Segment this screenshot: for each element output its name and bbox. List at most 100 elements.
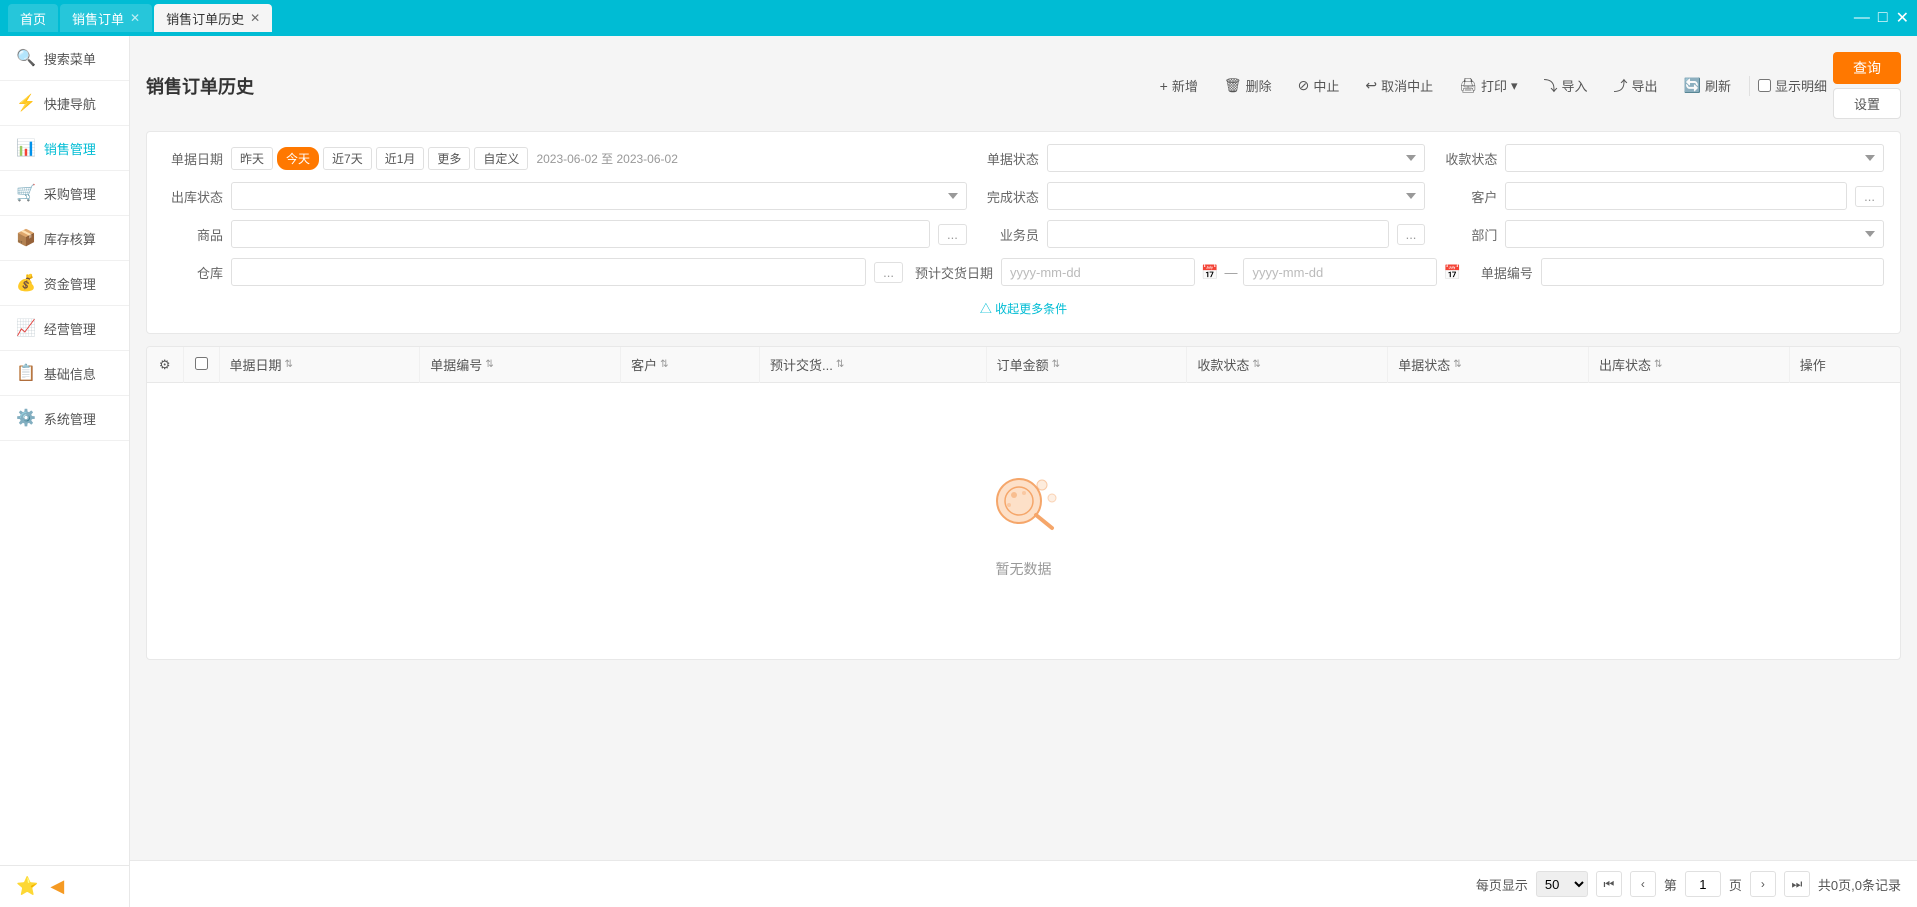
th-operation: 操作 <box>1789 347 1900 383</box>
th-order-no[interactable]: 单据编号 ⇅ <box>420 347 621 383</box>
expected-delivery-start[interactable] <box>1001 258 1195 286</box>
th-date[interactable]: 单据日期 ⇅ <box>219 347 420 383</box>
export-button[interactable]: ⤴ 导出 <box>1604 72 1668 100</box>
sidebar-item-system-mgmt-label: 系统管理 <box>44 409 96 428</box>
tab-sales-order-close[interactable]: ✕ <box>130 11 140 25</box>
th-checkbox[interactable] <box>183 347 219 383</box>
page-title: 销售订单历史 <box>146 73 254 99</box>
sidebar-item-quick-nav[interactable]: ⚡ 快捷导航 <box>0 81 129 126</box>
date-btn-custom[interactable]: 自定义 <box>474 147 528 170</box>
th-payment-status[interactable]: 收款状态 ⇅ <box>1187 347 1388 383</box>
first-page-button[interactable]: ⏮ <box>1596 871 1622 897</box>
tab-sales-order-history-close[interactable]: ✕ <box>250 11 260 25</box>
calendar-start-icon[interactable]: 📅 <box>1201 264 1218 281</box>
tab-sales-order[interactable]: 销售订单 ✕ <box>60 4 152 32</box>
window-controls: — □ ✕ <box>1854 8 1909 28</box>
basic-info-icon: 📋 <box>16 363 36 383</box>
warehouse-ellipsis-btn[interactable]: ... <box>874 262 903 283</box>
delete-button[interactable]: 🗑 删除 <box>1214 72 1282 99</box>
maximize-icon[interactable]: □ <box>1878 9 1888 27</box>
order-status-select[interactable] <box>1047 144 1426 172</box>
tab-sales-order-history[interactable]: 销售订单历史 ✕ <box>154 4 272 32</box>
per-page-select[interactable]: 50 10 20 100 <box>1536 871 1588 897</box>
star-icon[interactable]: ⭐ <box>16 876 38 897</box>
page-number-label: 第 <box>1664 875 1677 894</box>
th-amount[interactable]: 订单金额 ⇅ <box>986 347 1187 383</box>
tab-sales-order-label: 销售订单 <box>72 9 124 28</box>
sidebar-item-inventory[interactable]: 📦 库存核算 <box>0 216 129 261</box>
date-btn-last1m[interactable]: 近1月 <box>376 147 425 170</box>
sidebar-item-operations[interactable]: 📈 经营管理 <box>0 306 129 351</box>
stop-button[interactable]: ⊘ 中止 <box>1288 72 1350 99</box>
order-no-input[interactable] <box>1541 258 1884 286</box>
th-customer[interactable]: 客户 ⇅ <box>621 347 760 383</box>
print-button[interactable]: 🖨 打印 ▾ <box>1449 72 1527 99</box>
customer-input[interactable] <box>1505 182 1847 210</box>
salesperson-ellipsis-btn[interactable]: ... <box>1397 224 1426 245</box>
product-input[interactable] <box>231 220 930 248</box>
th-expected-delivery[interactable]: 预计交货... ⇅ <box>760 347 987 383</box>
sidebar-item-purchase-mgmt[interactable]: 🛒 采购管理 <box>0 171 129 216</box>
new-button[interactable]: + 新增 <box>1150 72 1208 99</box>
query-button[interactable]: 查询 <box>1833 52 1901 84</box>
th-customer-label: 客户 <box>631 355 657 374</box>
select-all-checkbox[interactable] <box>195 357 208 370</box>
cancel-stop-icon: ↩ <box>1365 77 1377 94</box>
customer-ellipsis-btn[interactable]: ... <box>1855 186 1884 207</box>
sidebar-item-finance[interactable]: 💰 资金管理 <box>0 261 129 306</box>
salesperson-input[interactable] <box>1047 220 1389 248</box>
page-number-input[interactable] <box>1685 871 1721 897</box>
sidebar-item-system-mgmt[interactable]: ⚙️ 系统管理 <box>0 396 129 441</box>
close-icon[interactable]: ✕ <box>1896 8 1909 28</box>
th-settings[interactable]: ⚙ <box>147 347 183 383</box>
top-bar: 首页 销售订单 ✕ 销售订单历史 ✕ — □ ✕ <box>0 0 1917 36</box>
filter-row-3: 商品 ... 业务员 ... 部门 <box>163 220 1884 248</box>
settings-icon[interactable]: ⚙ <box>159 357 171 372</box>
table-header-row: ⚙ 单据日期 ⇅ <box>147 347 1900 383</box>
date-btn-last7[interactable]: 近7天 <box>323 147 372 170</box>
settings-button[interactable]: 设置 <box>1833 88 1901 119</box>
cancel-stop-button[interactable]: ↩ 取消中止 <box>1355 72 1443 99</box>
refresh-button[interactable]: 🔄 刷新 <box>1674 72 1741 99</box>
collapse-filter-btn[interactable]: △ 收起更多条件 <box>163 296 1884 321</box>
sort-payment-status-icon: ⇅ <box>1252 359 1260 370</box>
calendar-end-icon[interactable]: 📅 <box>1443 264 1460 281</box>
department-select[interactable] <box>1505 220 1884 248</box>
import-button[interactable]: ⤵ 导入 <box>1534 72 1598 100</box>
operations-icon: 📈 <box>16 318 36 338</box>
sort-date-icon: ⇅ <box>285 359 293 370</box>
next-page-button[interactable]: › <box>1750 871 1776 897</box>
last-page-button[interactable]: ⏭ <box>1784 871 1810 897</box>
delivery-status-select[interactable] <box>231 182 967 210</box>
sort-customer-icon: ⇅ <box>660 359 668 370</box>
display-detail-checkbox[interactable] <box>1758 79 1771 92</box>
th-delivery-status[interactable]: 出库状态 ⇅ <box>1588 347 1789 383</box>
page-header: 销售订单历史 + 新增 🗑 删除 ⊘ 中止 ↩ <box>146 52 1901 119</box>
tab-home[interactable]: 首页 <box>8 4 58 32</box>
filter-row-4: 仓库 ... 预计交货日期 📅 — 📅 <box>163 258 1884 286</box>
complete-status-select[interactable] <box>1047 182 1426 210</box>
warehouse-input[interactable] <box>231 258 866 286</box>
sidebar-item-basic-info[interactable]: 📋 基础信息 <box>0 351 129 396</box>
sidebar-item-search-menu[interactable]: 🔍 搜索菜单 <box>0 36 129 81</box>
date-btn-yesterday[interactable]: 昨天 <box>231 147 273 170</box>
display-detail-checkbox-label[interactable]: 显示明细 <box>1758 76 1827 95</box>
expected-delivery-end[interactable] <box>1243 258 1437 286</box>
pagination: 每页显示 50 10 20 100 ⏮ ‹ 第 页 › ⏭ 共0页,0条记录 <box>130 860 1917 907</box>
product-ellipsis-btn[interactable]: ... <box>938 224 967 245</box>
collapse-sidebar-icon[interactable]: ◀ <box>50 876 64 897</box>
payment-status-select[interactable] <box>1505 144 1884 172</box>
print-arrow: ▾ <box>1511 78 1518 94</box>
minimize-icon[interactable]: — <box>1854 9 1870 27</box>
sidebar-item-sales-mgmt[interactable]: 📊 销售管理 <box>0 126 129 171</box>
expected-delivery-label: 预计交货日期 <box>915 263 993 282</box>
table-header: ⚙ 单据日期 ⇅ <box>147 347 1900 383</box>
search-menu-icon: 🔍 <box>16 48 36 68</box>
date-btn-more[interactable]: 更多 <box>428 147 470 170</box>
sidebar-item-operations-label: 经营管理 <box>44 319 96 338</box>
prev-page-button[interactable]: ‹ <box>1630 871 1656 897</box>
th-order-status[interactable]: 单据状态 ⇅ <box>1388 347 1589 383</box>
inventory-icon: 📦 <box>16 228 36 248</box>
date-btn-today[interactable]: 今天 <box>277 147 319 170</box>
display-detail-label: 显示明细 <box>1775 76 1827 95</box>
